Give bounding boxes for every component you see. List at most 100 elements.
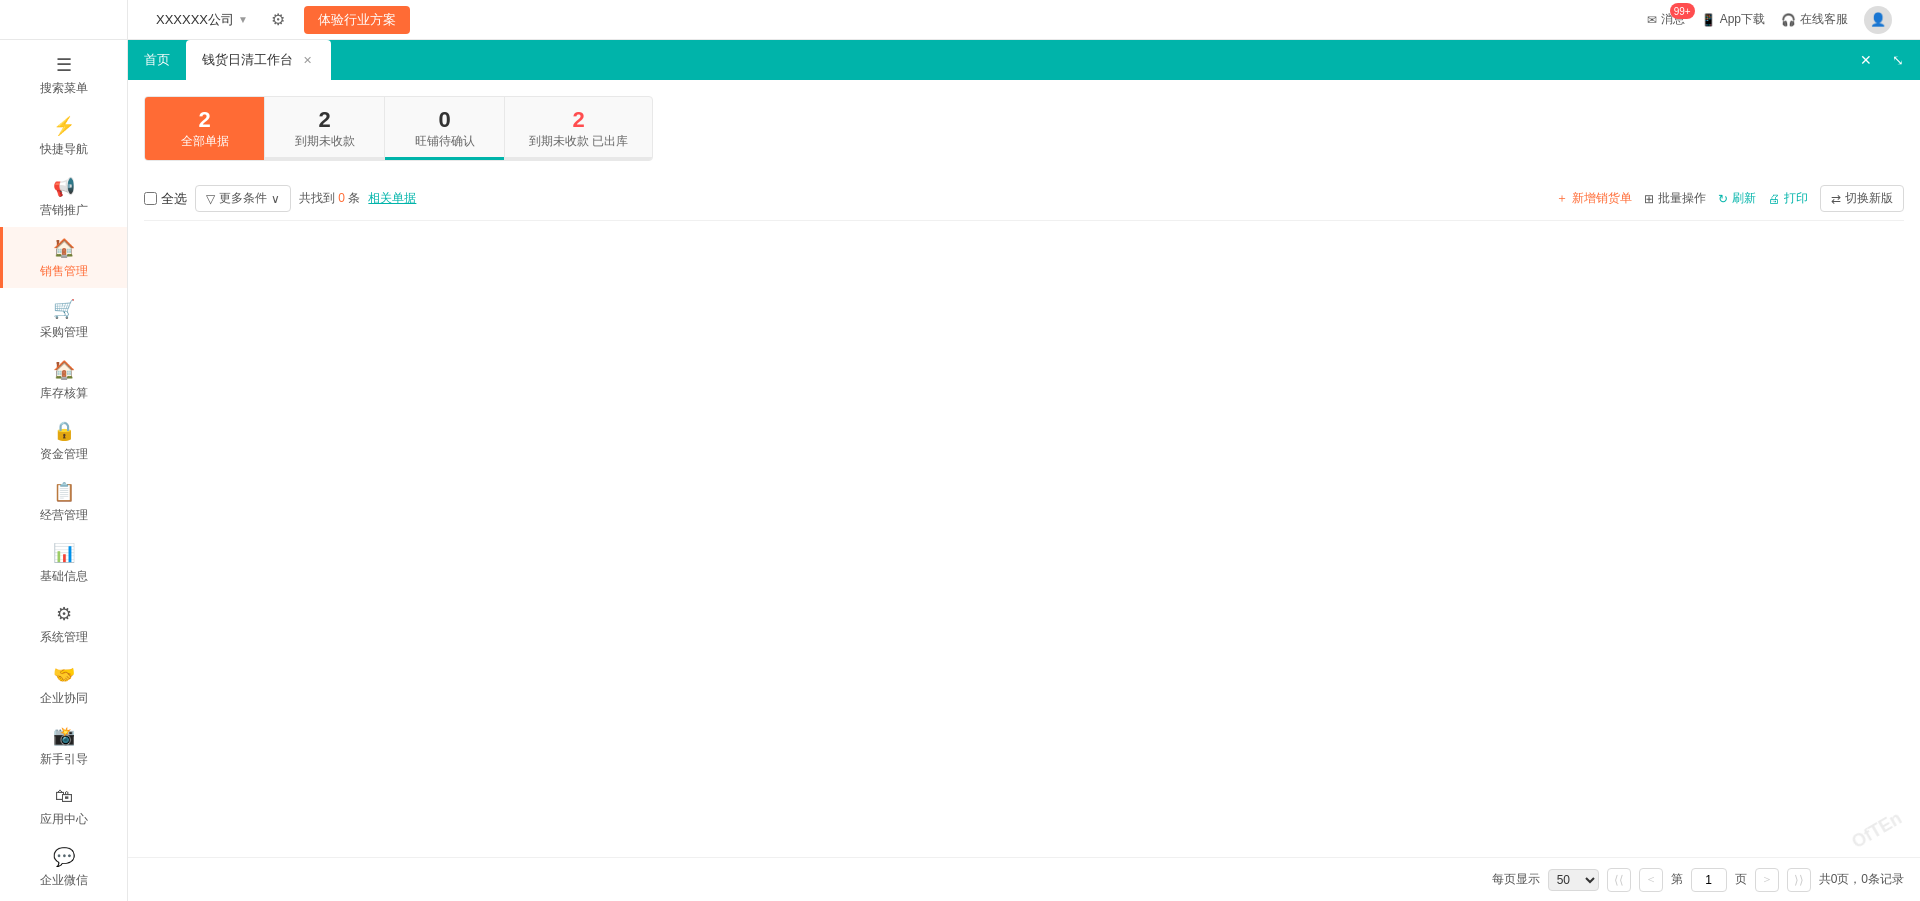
online-service-item[interactable]: 🎧 在线客服 xyxy=(1781,11,1848,28)
sidebar-item-guide[interactable]: 📸 新手引导 xyxy=(0,715,127,776)
finance-icon: 🔒 xyxy=(53,420,75,442)
toolbar-left: 全选 ▽ 更多条件 ∨ 共找到 0 条 相关单据 xyxy=(144,185,416,212)
basicinfo-icon: 📊 xyxy=(53,542,75,564)
tab-underline-shipped xyxy=(505,157,652,160)
sidebar-item-inventory[interactable]: 🏠 库存核算 xyxy=(0,349,127,410)
stats-tab-overdue[interactable]: 2 到期未收款 xyxy=(265,97,385,160)
sidebar-item-cooperation[interactable]: 🤝 企业协同 xyxy=(0,654,127,715)
sidebar-item-label: 销售管理 xyxy=(40,263,88,280)
stats-tab-all[interactable]: 2 全部单据 xyxy=(145,97,265,160)
stats-tab-pending[interactable]: 0 旺铺待确认 xyxy=(385,97,505,160)
switch-version-btn[interactable]: ⇄ 切换新版 xyxy=(1820,185,1904,212)
toolbar: 全选 ▽ 更多条件 ∨ 共找到 0 条 相关单据 ＋ 新增销货单 xyxy=(144,177,1904,221)
select-all-input[interactable] xyxy=(144,192,157,205)
refresh-icon: ↻ xyxy=(1718,192,1728,206)
sidebar-item-label: 系统管理 xyxy=(40,629,88,646)
switch-label: 切换新版 xyxy=(1845,190,1893,207)
pagination-bar: 每页显示 50 100 200 ⟨⟨ ＜ 第 页 ＞ ⟩⟩ 共0页，0条记录 xyxy=(128,857,1920,901)
tab-maximize-btn[interactable]: ⤡ xyxy=(1884,46,1912,74)
filter-btn[interactable]: ▽ 更多条件 ∨ xyxy=(195,185,291,212)
sidebar-item-member[interactable]: ▽ 畅会员 xyxy=(0,897,127,901)
sidebar-item-label: 应用中心 xyxy=(40,811,88,828)
stats-label-overdue: 到期未收款 xyxy=(289,133,360,150)
add-label: 新增销货单 xyxy=(1572,190,1632,207)
tab-bar: 首页 钱货日清工作台 ✕ ✕ ⤡ xyxy=(128,40,1920,80)
tab-home[interactable]: 首页 xyxy=(128,40,186,80)
company-selector[interactable]: XXXXXX公司 ▼ xyxy=(148,7,256,33)
operations-icon: 📋 xyxy=(53,481,75,503)
sidebar-item-appcenter[interactable]: 🛍 应用中心 xyxy=(0,776,127,836)
app-download-label: App下载 xyxy=(1720,11,1765,28)
tab-underline xyxy=(265,157,384,160)
settings-icon[interactable]: ⚙ xyxy=(264,6,292,34)
batch-btn[interactable]: ⊞ 批量操作 xyxy=(1644,190,1706,207)
inventory-icon: 🏠 xyxy=(53,359,75,381)
stats-count-shipped: 2 xyxy=(529,107,628,133)
sidebar-item-marketing[interactable]: 📢 营销推广 xyxy=(0,166,127,227)
sidebar-item-wechat[interactable]: 💬 企业微信 xyxy=(0,836,127,897)
tab-cashflow-label: 钱货日清工作台 xyxy=(202,51,293,69)
page-total: 共0页，0条记录 xyxy=(1819,871,1904,888)
stats-count-pending: 0 xyxy=(409,107,480,133)
messages-item[interactable]: ✉ 消息 99+ xyxy=(1647,11,1685,28)
app-download-item[interactable]: 📱 App下载 xyxy=(1701,11,1765,28)
sidebar-item-label: 企业协同 xyxy=(40,690,88,707)
related-link[interactable]: 相关单据 xyxy=(368,190,416,207)
page-prev-btn[interactable]: ＜ xyxy=(1639,868,1663,892)
page-last-btn[interactable]: ⟩⟩ xyxy=(1787,868,1811,892)
phone-icon: 📱 xyxy=(1701,13,1716,27)
sidebar-item-label: 经营管理 xyxy=(40,507,88,524)
found-count: 0 xyxy=(338,191,345,205)
appcenter-icon: 🛍 xyxy=(55,786,73,807)
avatar[interactable]: 👤 xyxy=(1864,6,1892,34)
sidebar-item-label: 基础信息 xyxy=(40,568,88,585)
sidebar-item-operations[interactable]: 📋 经营管理 xyxy=(0,471,127,532)
print-label: 打印 xyxy=(1784,190,1808,207)
sidebar-item-sales[interactable]: 🏠 销售管理 xyxy=(0,227,127,288)
add-icon: ＋ xyxy=(1556,190,1568,207)
filter-label: 更多条件 xyxy=(219,190,267,207)
stats-tabs: 2 全部单据 2 到期未收款 0 旺铺待确认 2 到期未收款 已出库 xyxy=(144,96,653,161)
batch-icon: ⊞ xyxy=(1644,192,1654,206)
sidebar-item-label: 采购管理 xyxy=(40,324,88,341)
sidebar-item-label: 资金管理 xyxy=(40,446,88,463)
quicknav-icon: ⚡ xyxy=(53,115,75,137)
sidebar-item-system[interactable]: ⚙ 系统管理 xyxy=(0,593,127,654)
stats-label-shipped: 到期未收款 已出库 xyxy=(529,133,628,150)
stats-tab-shipped[interactable]: 2 到期未收款 已出库 xyxy=(505,97,652,160)
tab-close-btn[interactable]: ✕ xyxy=(1852,46,1880,74)
wechat-icon: 💬 xyxy=(53,846,75,868)
system-icon: ⚙ xyxy=(56,603,72,625)
tab-home-label: 首页 xyxy=(144,51,170,69)
tab-cashflow[interactable]: 钱货日清工作台 ✕ xyxy=(186,40,331,80)
sidebar-item-label: 快捷导航 xyxy=(40,141,88,158)
sidebar-item-finance[interactable]: 🔒 资金管理 xyxy=(0,410,127,471)
close-icon[interactable]: ✕ xyxy=(299,52,315,68)
sidebar-item-quicknav[interactable]: ⚡ 快捷导航 xyxy=(0,105,127,166)
sidebar-item-search[interactable]: ☰ 搜索菜单 xyxy=(0,44,127,105)
print-btn[interactable]: 🖨 打印 xyxy=(1768,190,1808,207)
sales-icon: 🏠 xyxy=(53,237,75,259)
company-name: XXXXXX公司 xyxy=(156,11,234,29)
headset-icon: 🎧 xyxy=(1781,13,1796,27)
add-sale-btn[interactable]: ＋ 新增销货单 xyxy=(1556,190,1632,207)
toolbar-right: ＋ 新增销货单 ⊞ 批量操作 ↻ 刷新 🖨 打印 ⇄ 切换新版 xyxy=(1556,185,1904,212)
refresh-btn[interactable]: ↻ 刷新 xyxy=(1718,190,1756,207)
sidebar-item-purchase[interactable]: 🛒 采购管理 xyxy=(0,288,127,349)
select-all-checkbox[interactable]: 全选 xyxy=(144,190,187,208)
chevron-down-icon: ∨ xyxy=(271,192,280,206)
try-btn[interactable]: 体验行业方案 xyxy=(304,6,410,34)
stats-label-all: 全部单据 xyxy=(169,133,240,150)
tab-underline-teal xyxy=(385,157,504,160)
page-next-btn[interactable]: ＞ xyxy=(1755,868,1779,892)
page-input[interactable] xyxy=(1691,868,1727,892)
header-right: ✉ 消息 99+ 📱 App下载 🎧 在线客服 👤 xyxy=(1647,6,1908,34)
per-page-select[interactable]: 50 100 200 xyxy=(1548,869,1599,891)
page-first-btn[interactable]: ⟨⟨ xyxy=(1607,868,1631,892)
chevron-down-icon: ▼ xyxy=(238,14,248,25)
messages-badge: 99+ xyxy=(1670,3,1695,19)
print-icon: 🖨 xyxy=(1768,192,1780,206)
guide-icon: 📸 xyxy=(53,725,75,747)
sidebar-item-basicinfo[interactable]: 📊 基础信息 xyxy=(0,532,127,593)
refresh-label: 刷新 xyxy=(1732,190,1756,207)
